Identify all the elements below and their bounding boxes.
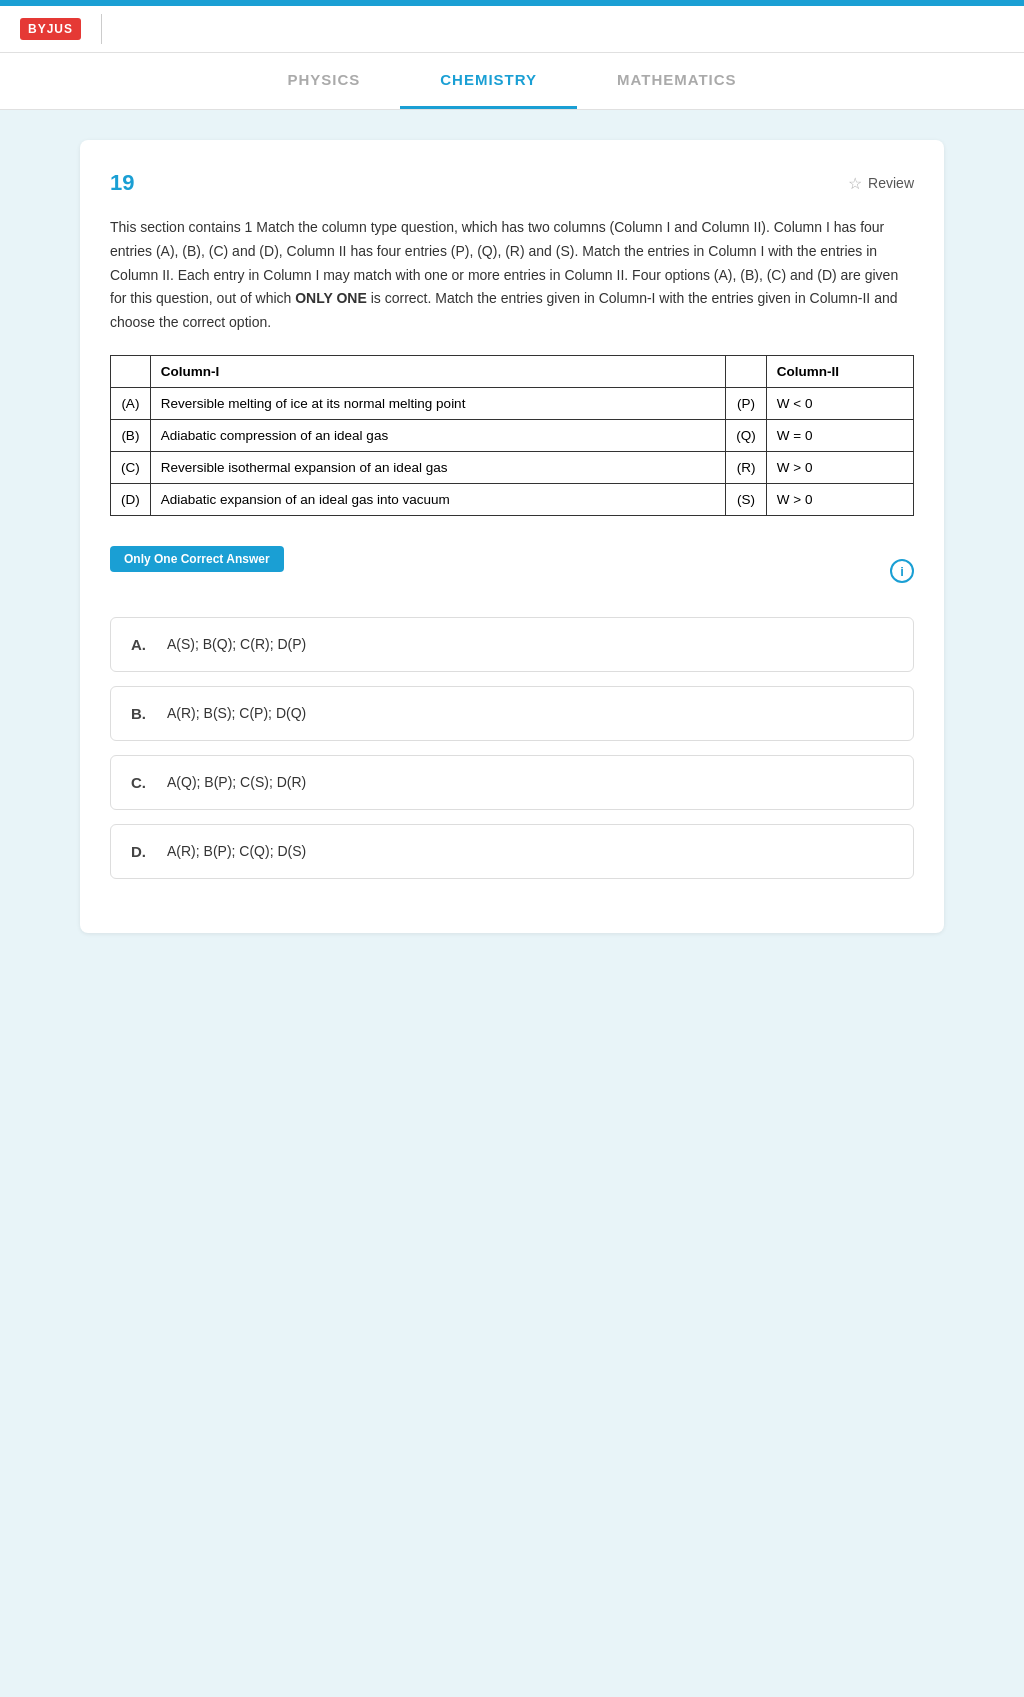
tab-chemistry[interactable]: CHEMISTRY bbox=[400, 53, 577, 109]
row-c-right-label: (R) bbox=[726, 451, 767, 483]
info-icon[interactable]: i bbox=[890, 559, 914, 583]
bold-text: ONLY ONE bbox=[295, 290, 367, 306]
header-divider bbox=[101, 14, 102, 44]
option-b-row[interactable]: B. A(R); B(S); C(P); D(Q) bbox=[110, 686, 914, 741]
row-c-left-label: (C) bbox=[111, 451, 151, 483]
option-c-row[interactable]: C. A(Q); B(P); C(S); D(R) bbox=[110, 755, 914, 810]
star-icon: ☆ bbox=[848, 174, 862, 193]
question-number: 19 bbox=[110, 170, 134, 196]
col2-header: Column-II bbox=[766, 355, 913, 387]
row-b-right-label: (Q) bbox=[726, 419, 767, 451]
row-a-left-text: Reversible melting of ice at its normal … bbox=[150, 387, 726, 419]
main-content: 19 ☆ Review This section contains 1 Matc… bbox=[0, 120, 1024, 953]
option-b-label: B. bbox=[131, 705, 151, 722]
table-row: (A) Reversible melting of ice at its nor… bbox=[111, 387, 914, 419]
header-empty-right bbox=[726, 355, 767, 387]
row-c-left-text: Reversible isothermal expansion of an id… bbox=[150, 451, 726, 483]
match-table: Column-I Column-II (A) Reversible meltin… bbox=[110, 355, 914, 516]
answer-section: Only One Correct Answer i A. A(S); B(Q);… bbox=[110, 546, 914, 879]
tab-mathematics[interactable]: MATHEMATICS bbox=[577, 53, 777, 109]
tabs-container: PHYSICS CHEMISTRY MATHEMATICS bbox=[0, 53, 1024, 110]
logo: BYJUS bbox=[20, 18, 81, 40]
table-header-row: Column-I Column-II bbox=[111, 355, 914, 387]
only-one-badge: Only One Correct Answer bbox=[110, 546, 284, 572]
option-b-text: A(R); B(S); C(P); D(Q) bbox=[167, 705, 306, 721]
row-d-right-label: (S) bbox=[726, 483, 767, 515]
table-row: (D) Adiabatic expansion of an ideal gas … bbox=[111, 483, 914, 515]
review-label: Review bbox=[868, 175, 914, 191]
badge-row: Only One Correct Answer i bbox=[110, 546, 914, 597]
row-a-right-label: (P) bbox=[726, 387, 767, 419]
header: BYJUS bbox=[0, 6, 1024, 53]
review-button[interactable]: ☆ Review bbox=[848, 174, 914, 193]
question-header: 19 ☆ Review bbox=[110, 170, 914, 196]
option-a-label: A. bbox=[131, 636, 151, 653]
table-row: (C) Reversible isothermal expansion of a… bbox=[111, 451, 914, 483]
question-card: 19 ☆ Review This section contains 1 Matc… bbox=[80, 140, 944, 933]
option-d-row[interactable]: D. A(R); B(P); C(Q); D(S) bbox=[110, 824, 914, 879]
row-a-left-label: (A) bbox=[111, 387, 151, 419]
row-d-left-label: (D) bbox=[111, 483, 151, 515]
option-d-label: D. bbox=[131, 843, 151, 860]
row-a-right-text: W < 0 bbox=[766, 387, 913, 419]
row-d-left-text: Adiabatic expansion of an ideal gas into… bbox=[150, 483, 726, 515]
row-d-right-text: W > 0 bbox=[766, 483, 913, 515]
row-c-right-text: W > 0 bbox=[766, 451, 913, 483]
option-c-text: A(Q); B(P); C(S); D(R) bbox=[167, 774, 306, 790]
option-d-text: A(R); B(P); C(Q); D(S) bbox=[167, 843, 306, 859]
table-body: (A) Reversible melting of ice at its nor… bbox=[111, 387, 914, 515]
header-empty-left bbox=[111, 355, 151, 387]
col1-header: Column-I bbox=[150, 355, 726, 387]
option-a-row[interactable]: A. A(S); B(Q); C(R); D(P) bbox=[110, 617, 914, 672]
option-c-label: C. bbox=[131, 774, 151, 791]
table-row: (B) Adiabatic compression of an ideal ga… bbox=[111, 419, 914, 451]
question-description: This section contains 1 Match the column… bbox=[110, 216, 914, 335]
row-b-left-label: (B) bbox=[111, 419, 151, 451]
tab-physics[interactable]: PHYSICS bbox=[247, 53, 400, 109]
row-b-left-text: Adiabatic compression of an ideal gas bbox=[150, 419, 726, 451]
row-b-right-text: W = 0 bbox=[766, 419, 913, 451]
option-a-text: A(S); B(Q); C(R); D(P) bbox=[167, 636, 306, 652]
